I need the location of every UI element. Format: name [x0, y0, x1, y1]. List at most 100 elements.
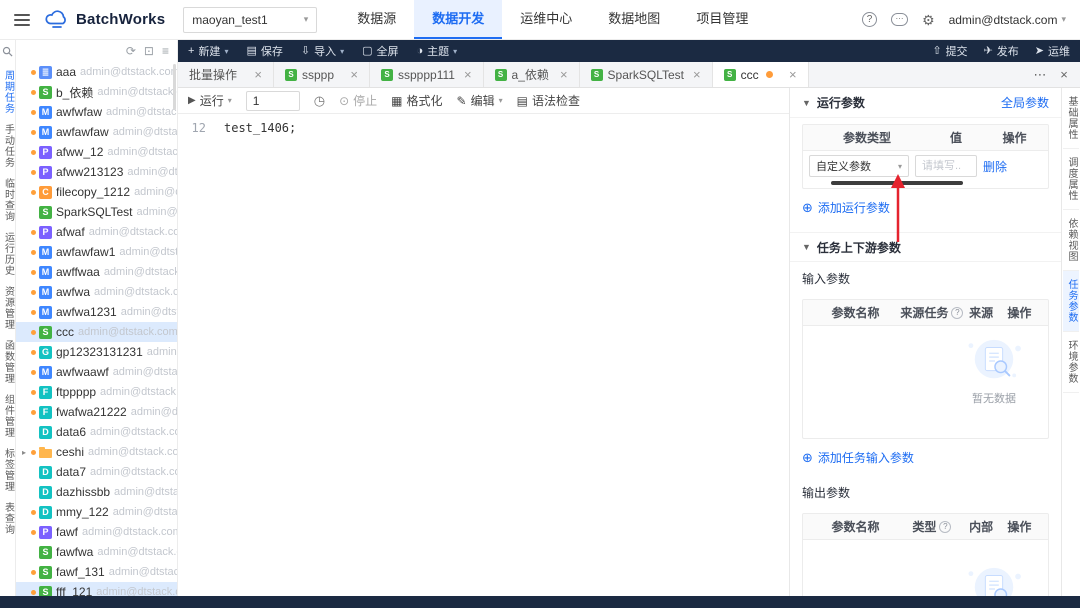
updown-params-section-header[interactable]: ▼ 任务上下游参数 [790, 232, 1061, 262]
tree-item[interactable]: ▸ceshiadmin@dtstack.com [16, 442, 177, 462]
tree-item[interactable]: Pafww213123admin@dtstack.com [16, 162, 177, 182]
save-button[interactable]: ▤保存 [246, 43, 282, 59]
history-clock-icon[interactable]: ◷ [314, 94, 325, 107]
tree-item[interactable]: Mawfwfawadmin@dtstack.com [16, 102, 177, 122]
close-icon[interactable]: × [785, 68, 797, 81]
tree-item[interactable]: Mawffwaaadmin@dtstack.com [16, 262, 177, 282]
tree-item[interactable]: Pafwafadmin@dtstack.com [16, 222, 177, 242]
theme-button[interactable]: ◑主题▾ [417, 43, 458, 59]
tree-item[interactable]: Mawfwaawfadmin@dtstack.com [16, 362, 177, 382]
tree-item[interactable]: Mawfawfaw1admin@dtstack.com [16, 242, 177, 262]
user-menu[interactable]: admin@dtstack.com ▾ [949, 13, 1066, 27]
add-run-param-link[interactable]: ⊕ 添加运行参数 [802, 199, 1049, 216]
run-button[interactable]: ▶ 运行 ▾ [188, 92, 232, 109]
tree-item[interactable]: Mawfawfawadmin@dtstack.com [16, 122, 177, 142]
tree-item[interactable]: Ffwafwa21222admin@dtstack.com [16, 402, 177, 422]
search-icon[interactable] [2, 46, 13, 60]
task-type-icon: M [39, 286, 52, 299]
tree-item[interactable]: Sfff_121admin@dtstack.com [16, 582, 177, 596]
close-all-tabs-icon[interactable]: × [1052, 68, 1076, 81]
tree-item[interactable]: Scccadmin@dtstack.com [16, 322, 177, 342]
more-tabs-icon[interactable]: ⋯ [1028, 68, 1052, 81]
left-rail-item[interactable]: 表查询 [1, 497, 15, 540]
logo[interactable]: BatchWorks [44, 10, 165, 30]
close-icon[interactable]: × [346, 68, 358, 81]
format-button[interactable]: ▦ 格式化 [391, 92, 442, 109]
nav-item[interactable]: 运维中心 [502, 0, 590, 39]
tree-item[interactable]: Fftpppppadmin@dtstack.com [16, 382, 177, 402]
project-selector[interactable]: maoyan_test1 ▾ [183, 7, 317, 33]
nav-item[interactable]: 数据源 [339, 0, 414, 39]
left-rail-item[interactable]: 周期任务 [1, 65, 15, 119]
message-icon[interactable]: ··· [891, 13, 908, 26]
param-type-select[interactable]: 自定义参数 ▾ [809, 155, 909, 177]
tree-item[interactable]: Ggp12323131231admin@dtstack.com [16, 342, 177, 362]
close-icon[interactable]: × [250, 68, 262, 81]
stop-button[interactable]: ⊙ 停止 [339, 92, 377, 109]
tree-item[interactable]: Ddata7admin@dtstack.com [16, 462, 177, 482]
code-editor[interactable]: 12 test_1406; [178, 114, 789, 596]
tree-item[interactable]: Pafww_12admin@dtstack.com [16, 142, 177, 162]
tree-item[interactable]: Pfawfadmin@dtstack.com [16, 522, 177, 542]
tree-item[interactable]: Mawfwa1231admin@dtstack.com [16, 302, 177, 322]
ops-button[interactable]: ➤运维 [1035, 43, 1070, 59]
publish-button[interactable]: ✈发布 [984, 43, 1019, 59]
left-rail-item[interactable]: 运行历史 [1, 227, 15, 281]
left-rail-item[interactable]: 函数管理 [1, 335, 15, 389]
right-rail-tab[interactable]: 调度属性 [1063, 149, 1079, 210]
tree-item[interactable]: SSparkSQLTestadmin@dtstack.com [16, 202, 177, 222]
scrollbar-thumb[interactable] [831, 181, 963, 185]
submit-button[interactable]: ⇧提交 [932, 43, 967, 59]
tab[interactable]: 批量操作× [178, 62, 274, 87]
hamburger-menu-icon[interactable] [14, 14, 30, 26]
tab[interactable]: Sa_依赖× [484, 62, 580, 87]
left-rail-item[interactable]: 组件管理 [1, 389, 15, 443]
import-button[interactable]: ⇩导入▾ [301, 43, 344, 59]
close-icon[interactable]: × [556, 68, 568, 81]
tree-item[interactable]: Dmmy_122admin@dtstack.com [16, 502, 177, 522]
tree-item[interactable]: Sfawf_131admin@dtstack.com [16, 562, 177, 582]
syntax-check-button[interactable]: ▤ 语法检查 [517, 92, 580, 109]
tree-item[interactable]: Ddazhissbbadmin@dtstack.com [16, 482, 177, 502]
right-rail-tab[interactable]: 基础属性 [1063, 88, 1079, 149]
run-count-input[interactable] [246, 91, 300, 111]
run-params-section-header[interactable]: ▼ 运行参数 全局参数 [790, 88, 1061, 118]
tab[interactable]: Sccc× [713, 62, 809, 87]
nav-item[interactable]: 数据地图 [590, 0, 678, 39]
add-input-param-link[interactable]: ⊕ 添加任务输入参数 [802, 449, 1049, 466]
edit-button[interactable]: ✎ 编辑 ▾ [457, 92, 503, 109]
nav-item[interactable]: 数据开发 [414, 0, 502, 39]
fullscreen-button[interactable]: ▢全屏 [362, 43, 398, 59]
refresh-icon[interactable]: ⟳ [126, 45, 136, 57]
param-value-input[interactable] [915, 155, 977, 177]
settings-icon[interactable]: ⚙ [922, 13, 935, 27]
locate-icon[interactable]: ⊡ [144, 45, 154, 57]
left-rail-item[interactable]: 资源管理 [1, 281, 15, 335]
close-icon[interactable]: × [689, 68, 701, 81]
tree-item[interactable]: ≣aaaadmin@dtstack.com [16, 62, 177, 82]
tab[interactable]: Ssspppp111× [370, 62, 484, 87]
help-icon[interactable]: ? [862, 12, 877, 27]
right-rail-tab[interactable]: 依赖视图 [1063, 210, 1079, 271]
right-rail-tab[interactable]: 环境参数 [1063, 332, 1079, 393]
tree-item[interactable]: Sfawfwaadmin@dtstack.com [16, 542, 177, 562]
horizontal-scrollbar[interactable] [805, 181, 1046, 186]
modified-dot-icon [31, 330, 36, 335]
tree-item[interactable]: Cfilecopy_1212admin@dtstack.com [16, 182, 177, 202]
left-rail-item[interactable]: 标签管理 [1, 443, 15, 497]
right-rail-tab[interactable]: 任务参数 [1063, 271, 1079, 332]
tab[interactable]: Sssppp× [274, 62, 370, 87]
left-rail-item[interactable]: 手动任务 [1, 119, 15, 173]
nav-item[interactable]: 项目管理 [678, 0, 766, 39]
tab[interactable]: SSparkSQLTest× [580, 62, 713, 87]
global-params-link[interactable]: 全局参数 [1001, 94, 1049, 111]
menu-icon[interactable]: ≡ [162, 45, 169, 57]
tree-item[interactable]: Mawfwaadmin@dtstack.com [16, 282, 177, 302]
plus-button[interactable]: +新建▾ [188, 43, 228, 59]
left-rail-item[interactable]: 临时查询 [1, 173, 15, 227]
tree-item[interactable]: Sb_依赖admin@dtstack.com [16, 82, 177, 102]
close-icon[interactable]: × [460, 68, 472, 81]
tree-item[interactable]: Ddata6admin@dtstack.com [16, 422, 177, 442]
delete-link[interactable]: 删除 [983, 158, 1007, 175]
scrollbar-thumb[interactable] [173, 64, 176, 110]
